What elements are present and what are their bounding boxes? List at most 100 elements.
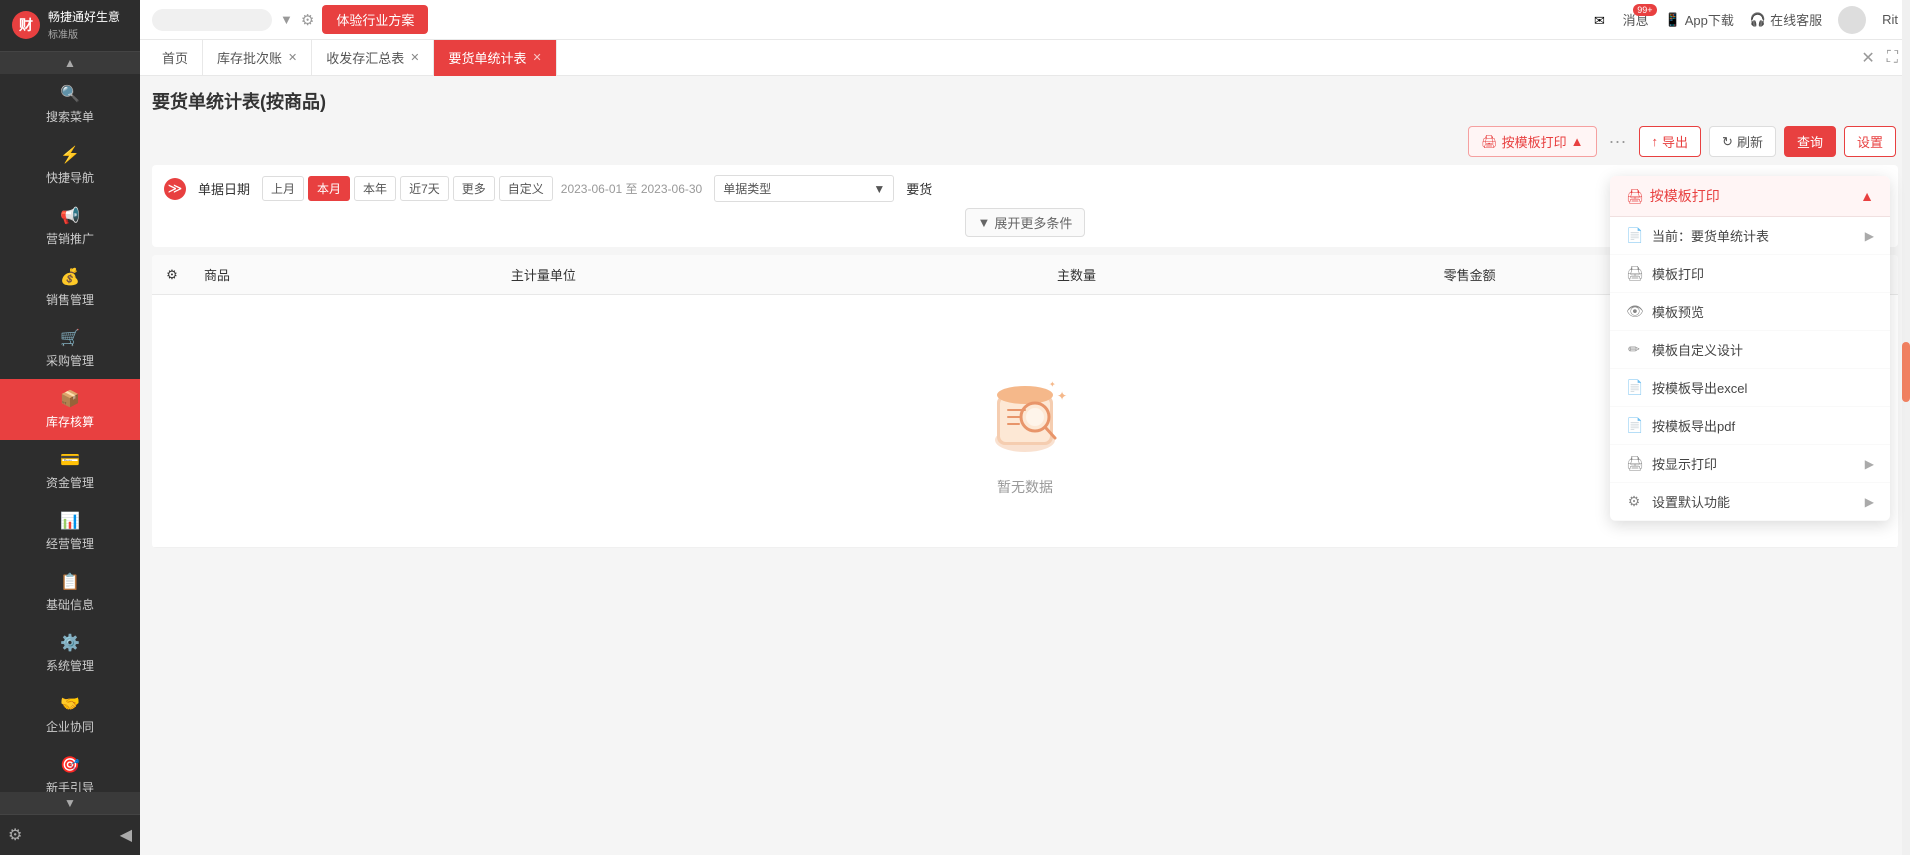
topbar: ▼ ⚙ 体验行业方案 ✉ 99+ 消息 📱 App下载 🎧 在线客服 Rit <box>140 0 1910 40</box>
dropdown-current-template[interactable]: 📄 当前：要货单统计表 ▶ <box>1610 217 1890 255</box>
col-settings[interactable]: ⚙ <box>152 255 192 295</box>
sidebar-item-system[interactable]: ⚙️ 系统管理 <box>0 623 140 684</box>
sidebar-item-purchase[interactable]: 🛒 采购管理 <box>0 318 140 379</box>
current-template-label: 当前：要货单统计表 <box>1652 226 1769 245</box>
dropdown-item-export-pdf[interactable]: 📄 按模板导出pdf <box>1610 407 1890 445</box>
date-btn-custom[interactable]: 自定义 <box>499 176 553 201</box>
quick-nav-icon: ⚡ <box>60 145 80 165</box>
sidebar-item-label-collab: 企业协同 <box>46 718 94 735</box>
tab-close-action[interactable]: ✕ <box>1857 44 1878 72</box>
query-label: 查询 <box>1797 132 1823 151</box>
topbar-search-dropdown[interactable]: ▼ <box>280 12 293 27</box>
tabs-right-actions: ✕ ⛶ <box>1857 44 1902 72</box>
app-download-button[interactable]: 📱 App下载 <box>1665 10 1734 29</box>
dropdown-item-template-print[interactable]: 🖨 模板打印 <box>1610 255 1890 293</box>
sidebar-item-label-basics: 基础信息 <box>46 596 94 613</box>
tab-inventory-batch[interactable]: 库存批次账 ✕ <box>203 40 312 76</box>
display-print-icon: 🖨 <box>1626 455 1642 472</box>
dropdown-item-template-preview[interactable]: 👁 模板预览 <box>1610 293 1890 331</box>
sidebar-scroll-up[interactable]: ▲ <box>0 52 140 74</box>
sidebar-item-operations[interactable]: 📊 经营管理 <box>0 501 140 562</box>
purchase-icon: 🛒 <box>60 328 80 348</box>
export-icon: ↑ <box>1652 134 1659 149</box>
dropdown-display-print[interactable]: 🖨 按显示打印 ▶ <box>1610 445 1890 483</box>
template-print-button[interactable]: 🖨 按模板打印 ▲ <box>1468 126 1596 157</box>
dropdown-item-export-pdf-label: 按模板导出pdf <box>1652 416 1735 435</box>
filter-expand-icon[interactable]: ≫ <box>164 178 186 200</box>
date-range-display: 2023-06-01 至 2023-06-30 <box>561 180 702 197</box>
sidebar-item-label-operations: 经营管理 <box>46 535 94 552</box>
topbar-gear-icon[interactable]: ⚙ <box>301 11 314 29</box>
sidebar-item-label-inventory: 库存核算 <box>46 413 94 430</box>
marketing-icon: 📢 <box>60 206 80 226</box>
dropdown-item-template-custom-label: 模板自定义设计 <box>1652 340 1743 359</box>
empty-icon: ✦ ✦ <box>975 365 1075 465</box>
dropdown-item-template-print-label: 模板打印 <box>1652 264 1704 283</box>
bill-type-filter[interactable]: 单据类型 ▼ <box>714 175 894 202</box>
guide-icon: 🎯 <box>60 755 80 775</box>
basics-icon: 📋 <box>60 572 80 592</box>
app-name-block: 畅捷通好生意 标准版 <box>48 10 120 41</box>
sidebar-item-label-purchase: 采购管理 <box>46 352 94 369</box>
expand-more-btn[interactable]: ▼ 展开更多条件 <box>965 208 1086 237</box>
dropdown-item-template-custom[interactable]: ✏ 模板自定义设计 <box>1610 331 1890 369</box>
template-custom-icon: ✏ <box>1626 341 1642 358</box>
search-icon: 🔍 <box>60 84 80 104</box>
system-icon: ⚙️ <box>60 633 80 653</box>
refresh-button[interactable]: ↻ 刷新 <box>1709 126 1776 157</box>
tab-order-stats-label: 要货单统计表 <box>448 48 526 67</box>
sidebar: 财 畅捷通好生意 标准版 ▲ 🔍 搜索菜单 ⚡ 快捷导航 📢 营销推广 💰 销售… <box>0 0 140 855</box>
goods-filter-label: 要货 <box>906 179 932 198</box>
sidebar-item-inventory[interactable]: 📦 库存核算 <box>0 379 140 440</box>
query-button[interactable]: 查询 <box>1784 126 1836 157</box>
inventory-icon: 📦 <box>60 389 80 409</box>
dropdown-item-export-excel[interactable]: 📄 按模板导出excel <box>1610 369 1890 407</box>
export-excel-icon: 📄 <box>1626 379 1642 396</box>
template-preview-icon: 👁 <box>1626 303 1642 320</box>
sidebar-item-search[interactable]: 🔍 搜索菜单 <box>0 74 140 135</box>
message-button[interactable]: ✉ 99+ 消息 <box>1594 10 1649 29</box>
app-version: 标准版 <box>48 26 120 41</box>
scrollbar-thumb[interactable] <box>1902 342 1910 402</box>
date-btn-7days[interactable]: 近7天 <box>400 176 449 201</box>
dropdown-close-chevron[interactable]: ▲ <box>1860 188 1874 204</box>
sidebar-item-sales[interactable]: 💰 销售管理 <box>0 257 140 318</box>
sidebar-settings-button[interactable]: ⚙ <box>8 825 22 845</box>
settings-button[interactable]: 设置 <box>1844 126 1896 157</box>
tab-order-stats-close[interactable]: ✕ <box>533 51 542 64</box>
dropdown-title-text: 按模板打印 <box>1650 186 1720 206</box>
sidebar-collapse-button[interactable]: ◀ <box>120 825 132 845</box>
tab-maximize-action[interactable]: ⛶ <box>1883 45 1902 71</box>
export-button[interactable]: ↑ 导出 <box>1639 126 1702 157</box>
sidebar-scroll-down[interactable]: ▼ <box>0 792 140 814</box>
sidebar-item-basics[interactable]: 📋 基础信息 <box>0 562 140 623</box>
sidebar-item-collab[interactable]: 🤝 企业协同 <box>0 684 140 745</box>
dropdown-set-default[interactable]: ⚙ 设置默认功能 ▶ <box>1610 483 1890 521</box>
date-btn-last-month[interactable]: 上月 <box>262 176 304 201</box>
avatar[interactable] <box>1838 6 1866 34</box>
sidebar-item-label-search: 搜索菜单 <box>46 108 94 125</box>
tab-receivable-summary[interactable]: 收发存汇总表 ✕ <box>312 40 434 76</box>
sidebar-item-marketing[interactable]: 📢 营销推广 <box>0 196 140 257</box>
tab-inventory-batch-label: 库存批次账 <box>217 48 282 67</box>
tab-order-stats[interactable]: 要货单统计表 ✕ <box>434 40 556 76</box>
refresh-label: 刷新 <box>1737 132 1763 151</box>
sidebar-item-quick-nav[interactable]: ⚡ 快捷导航 <box>0 135 140 196</box>
online-service-button[interactable]: 🎧 在线客服 <box>1750 10 1822 29</box>
tab-home[interactable]: 首页 <box>148 40 203 76</box>
tab-receivable-summary-close[interactable]: ✕ <box>410 51 419 64</box>
set-default-icon: ⚙ <box>1626 493 1642 510</box>
topbar-search-input[interactable] <box>152 9 272 31</box>
trial-button[interactable]: 体验行业方案 <box>322 5 428 34</box>
dropdown-item-template-preview-label: 模板预览 <box>1652 302 1704 321</box>
dropdown-set-default-label: 设置默认功能 <box>1652 492 1730 511</box>
tab-receivable-summary-label: 收发存汇总表 <box>326 48 404 67</box>
date-btn-current-year[interactable]: 本年 <box>354 176 396 201</box>
sidebar-item-guide[interactable]: 🎯 新手引导 <box>0 745 140 792</box>
date-btn-current-month[interactable]: 本月 <box>308 176 350 201</box>
export-label: 导出 <box>1662 132 1688 151</box>
tab-inventory-batch-close[interactable]: ✕ <box>288 51 297 64</box>
sidebar-item-finance[interactable]: 💳 资金管理 <box>0 440 140 501</box>
date-btn-more[interactable]: 更多 <box>453 176 495 201</box>
toolbar-more-icon[interactable]: ··· <box>1605 131 1631 152</box>
